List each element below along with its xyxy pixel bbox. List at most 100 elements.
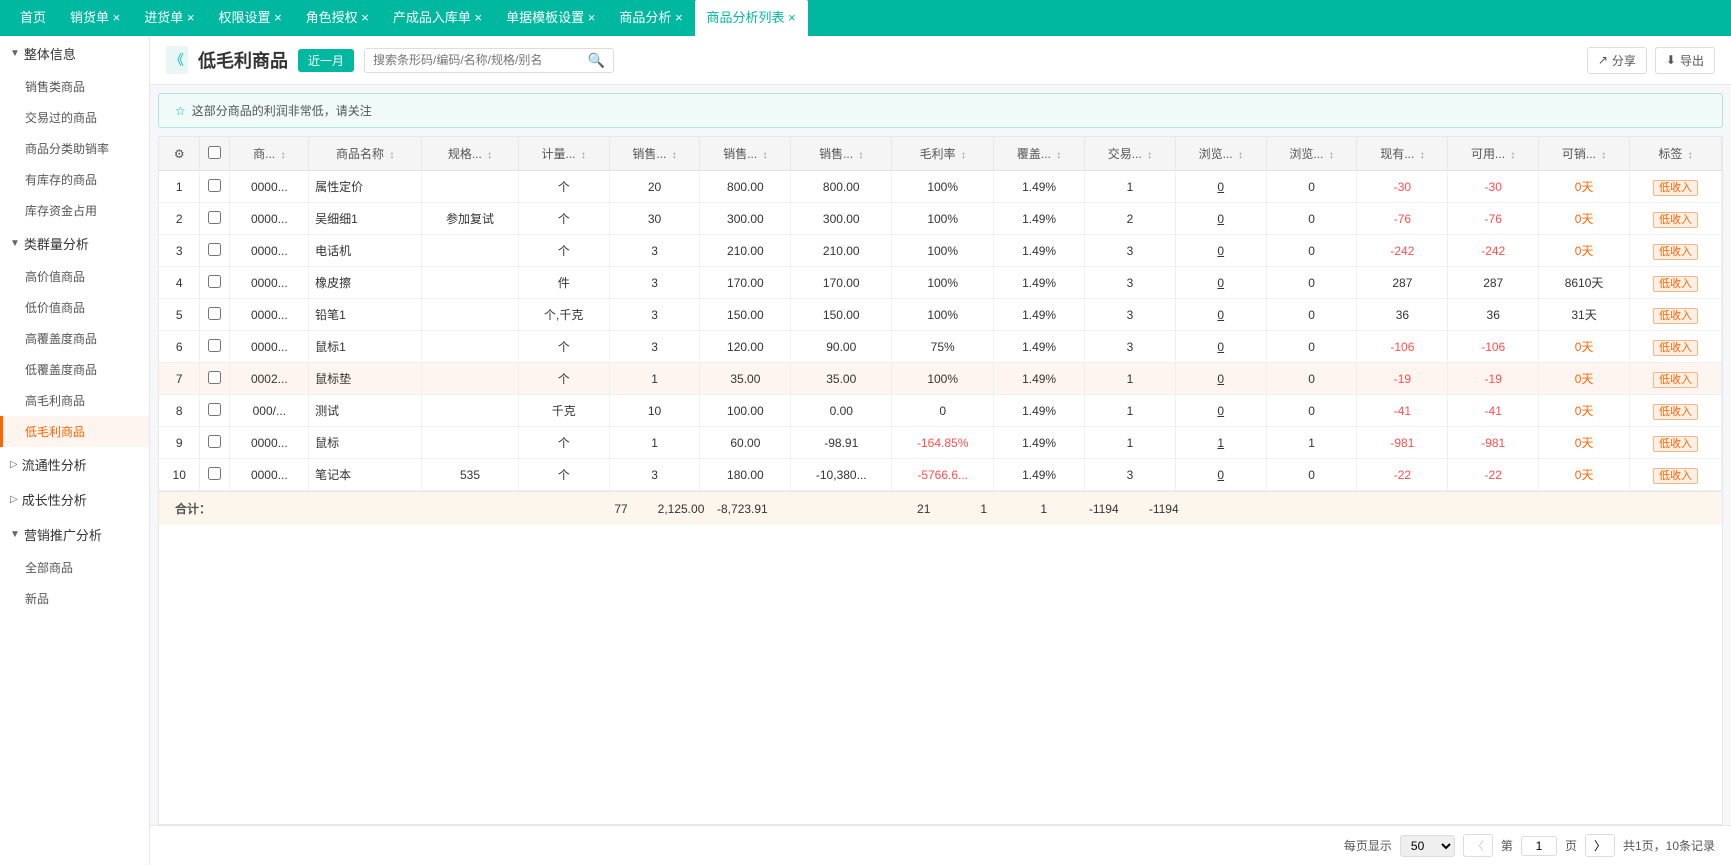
page-suffix: 页 xyxy=(1565,837,1577,854)
page-size-select[interactable]: 50 100 200 xyxy=(1400,835,1455,857)
cell-coverage: 1.49% xyxy=(994,363,1085,395)
share-button[interactable]: ↗ 分享 xyxy=(1587,47,1647,74)
col-trade[interactable]: 交易... ↕ xyxy=(1085,137,1176,171)
prev-page-button[interactable]: 〈 xyxy=(1463,834,1493,857)
cell-views1[interactable]: 0 xyxy=(1175,171,1266,203)
sidebar-item-high-margin[interactable]: 高毛利商品 xyxy=(0,385,149,416)
page-number-input[interactable] xyxy=(1521,836,1557,856)
row-checkbox[interactable] xyxy=(208,467,221,480)
cell-unit: 个 xyxy=(518,171,609,203)
sidebar-item-low-coverage[interactable]: 低覆盖度商品 xyxy=(0,354,149,385)
col-tag[interactable]: 标签 ↕ xyxy=(1629,137,1721,171)
search-icon[interactable]: 🔍 xyxy=(588,52,605,69)
col-name[interactable]: 商品名称 ↕ xyxy=(309,137,422,171)
cell-views1[interactable]: 0 xyxy=(1175,363,1266,395)
cell-views1[interactable]: 1 xyxy=(1175,427,1266,459)
cell-views1[interactable]: 0 xyxy=(1175,235,1266,267)
cell-current: -30 xyxy=(1357,171,1448,203)
row-checkbox[interactable] xyxy=(208,307,221,320)
cell-views1[interactable]: 0 xyxy=(1175,267,1266,299)
cell-views2: 1 xyxy=(1266,427,1357,459)
sidebar-group-overall[interactable]: ▼ 整体信息 xyxy=(0,36,149,71)
cell-checkbox[interactable] xyxy=(200,299,230,331)
nav-permission-settings[interactable]: 权限设置 × xyxy=(206,0,293,36)
nav-product-analysis[interactable]: 商品分析 × xyxy=(607,0,694,36)
sidebar-item-low-value[interactable]: 低价值商品 xyxy=(0,292,149,323)
select-all-checkbox[interactable] xyxy=(208,146,221,159)
table-row: 9 0000... 鼠标 个 1 60.00 -98.91 -164.85% 1… xyxy=(159,427,1722,459)
sidebar-group-marketing[interactable]: ▼ 营销推广分析 xyxy=(0,517,149,552)
nav-role-auth[interactable]: 角色授权 × xyxy=(294,0,381,36)
sidebar-item-sales-products[interactable]: 销售类商品 xyxy=(0,71,149,102)
nav-product-analysis-list[interactable]: 商品分析列表 × xyxy=(695,0,808,36)
cell-checkbox[interactable] xyxy=(200,267,230,299)
filter-period-button[interactable]: 近一月 xyxy=(298,49,354,72)
next-page-button[interactable]: 〉 xyxy=(1585,834,1615,857)
sidebar-group-cluster[interactable]: ▼ 类群量分析 xyxy=(0,226,149,261)
cell-views1[interactable]: 0 xyxy=(1175,203,1266,235)
row-checkbox[interactable] xyxy=(208,403,221,416)
search-input[interactable] xyxy=(373,53,588,67)
col-spec[interactable]: 规格... ↕ xyxy=(422,137,519,171)
col-sales-amount[interactable]: 销售... ↕ xyxy=(791,137,892,171)
col-checkbox[interactable] xyxy=(200,137,230,171)
sidebar-item-stock-capital[interactable]: 库存资金占用 xyxy=(0,195,149,226)
col-available[interactable]: 可用... ↕ xyxy=(1448,137,1539,171)
cell-available: -242 xyxy=(1448,235,1539,267)
cell-sales-price: 60.00 xyxy=(700,427,791,459)
share-icon: ↗ xyxy=(1598,53,1608,67)
sidebar-item-all-products[interactable]: 全部商品 xyxy=(0,552,149,583)
sidebar-item-new-products[interactable]: 新品 xyxy=(0,583,149,614)
cell-checkbox[interactable] xyxy=(200,235,230,267)
cell-checkbox[interactable] xyxy=(200,363,230,395)
cell-checkbox[interactable] xyxy=(200,395,230,427)
nav-product-entry[interactable]: 产成品入库单 × xyxy=(381,0,494,36)
row-checkbox[interactable] xyxy=(208,243,221,256)
sidebar-item-category-rate[interactable]: 商品分类助销率 xyxy=(0,133,149,164)
arrow-overall: ▼ xyxy=(10,48,20,59)
cell-views1[interactable]: 0 xyxy=(1175,299,1266,331)
col-views2[interactable]: 浏览... ↕ xyxy=(1266,137,1357,171)
row-checkbox[interactable] xyxy=(208,435,221,448)
sidebar-group-flow[interactable]: ▷ 流通性分析 xyxy=(0,447,149,482)
col-code[interactable]: 商... ↕ xyxy=(230,137,309,171)
cell-gross-margin: -5766.6... xyxy=(892,459,994,491)
row-checkbox[interactable] xyxy=(208,371,221,384)
col-unit[interactable]: 计量... ↕ xyxy=(518,137,609,171)
col-current[interactable]: 现有... ↕ xyxy=(1357,137,1448,171)
sidebar-group-growth[interactable]: ▷ 成长性分析 xyxy=(0,482,149,517)
nav-purchase-order[interactable]: 进货单 × xyxy=(132,0,206,36)
nav-sales-order[interactable]: 销货单 × xyxy=(58,0,132,36)
cell-views1[interactable]: 0 xyxy=(1175,395,1266,427)
col-coverage[interactable]: 覆盖... ↕ xyxy=(994,137,1085,171)
row-checkbox[interactable] xyxy=(208,179,221,192)
cell-sales-amount: 35.00 xyxy=(791,363,892,395)
cell-checkbox[interactable] xyxy=(200,331,230,363)
col-sellable[interactable]: 可销... ↕ xyxy=(1539,137,1630,171)
row-checkbox[interactable] xyxy=(208,211,221,224)
col-views1[interactable]: 浏览... ↕ xyxy=(1175,137,1266,171)
row-checkbox[interactable] xyxy=(208,339,221,352)
cell-checkbox[interactable] xyxy=(200,171,230,203)
cell-views1[interactable]: 0 xyxy=(1175,459,1266,491)
col-settings[interactable]: ⚙ xyxy=(159,137,200,171)
cell-checkbox[interactable] xyxy=(200,203,230,235)
cell-checkbox[interactable] xyxy=(200,459,230,491)
export-button[interactable]: ⬇ 导出 xyxy=(1655,47,1715,74)
sidebar-collapse-button[interactable]: 《 xyxy=(166,46,188,74)
sidebar-item-high-value[interactable]: 高价值商品 xyxy=(0,261,149,292)
cell-views1[interactable]: 0 xyxy=(1175,331,1266,363)
nav-home[interactable]: 首页 xyxy=(8,0,58,36)
sidebar-item-traded-products[interactable]: 交易过的商品 xyxy=(0,102,149,133)
sidebar-item-low-margin[interactable]: 低毛利商品 xyxy=(0,416,149,447)
col-sales-qty[interactable]: 销售... ↕ xyxy=(609,137,700,171)
tag-badge: 低收入 xyxy=(1653,372,1698,388)
sidebar-item-high-coverage[interactable]: 高覆盖度商品 xyxy=(0,323,149,354)
cell-checkbox[interactable] xyxy=(200,427,230,459)
sidebar-item-in-stock[interactable]: 有库存的商品 xyxy=(0,164,149,195)
col-gross-margin[interactable]: 毛利率 ↕ xyxy=(892,137,994,171)
col-sales-price[interactable]: 销售... ↕ xyxy=(700,137,791,171)
cell-sales-price: 120.00 xyxy=(700,331,791,363)
row-checkbox[interactable] xyxy=(208,275,221,288)
nav-template-settings[interactable]: 单据模板设置 × xyxy=(494,0,607,36)
